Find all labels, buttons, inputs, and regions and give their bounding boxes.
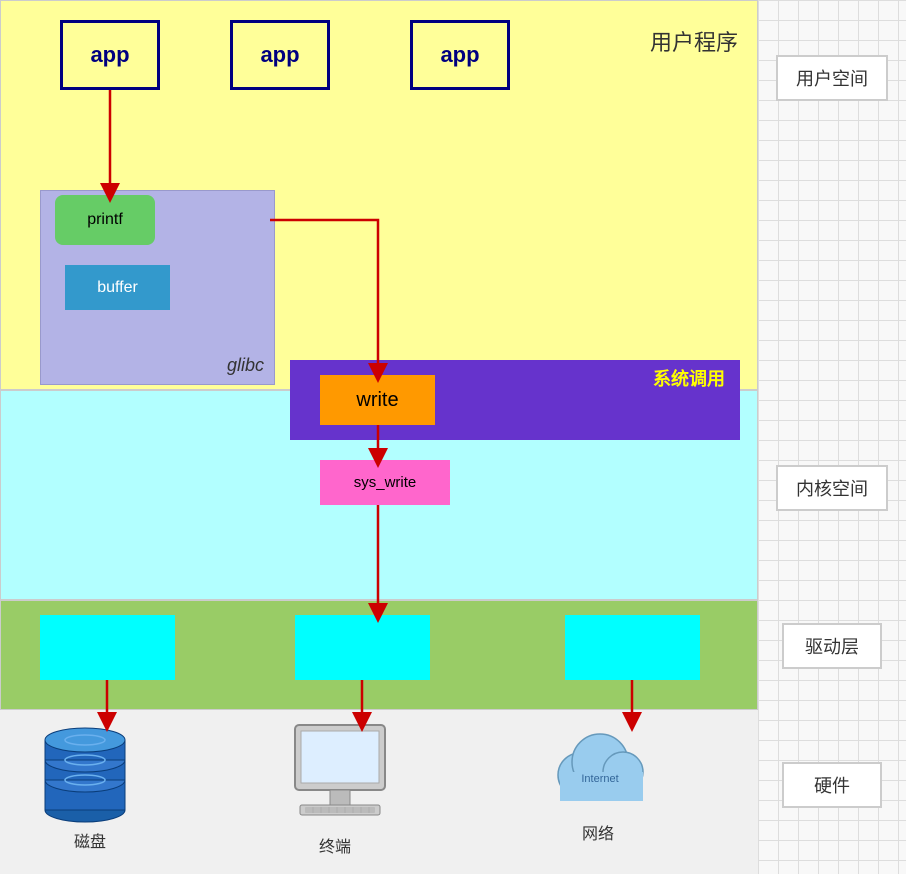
disk-label: 磁盘 bbox=[50, 828, 130, 852]
internet-icon: Internet bbox=[545, 720, 655, 810]
write-label: write bbox=[356, 389, 398, 412]
app-label-2: app bbox=[260, 42, 299, 68]
app-label-1: app bbox=[90, 42, 129, 68]
app-box-1: app bbox=[60, 20, 160, 90]
write-box: write bbox=[320, 375, 435, 425]
app-label-3: app bbox=[440, 42, 479, 68]
network-label: 网络 bbox=[558, 820, 638, 844]
driver-box-3 bbox=[565, 615, 700, 680]
disk-icon bbox=[30, 725, 140, 825]
svg-text:Internet: Internet bbox=[581, 773, 618, 785]
driver-box-1 bbox=[40, 615, 175, 680]
hardware-right-label: 硬件 bbox=[782, 762, 882, 808]
buffer-box: buffer bbox=[65, 265, 170, 310]
glibc-label: glibc bbox=[227, 355, 264, 376]
sys-write-label: sys_write bbox=[354, 474, 417, 491]
user-prog-label: 用户程序 bbox=[650, 25, 738, 57]
driver-right-label: 驱动层 bbox=[782, 623, 882, 669]
diagram-area: glibc 系统调用 app app app 用户程序 printf buffe… bbox=[0, 0, 758, 874]
terminal-icon bbox=[285, 720, 395, 830]
kernel-space-right-label: 内核空间 bbox=[776, 465, 888, 511]
app-box-2: app bbox=[230, 20, 330, 90]
terminal-label: 终端 bbox=[295, 833, 375, 857]
app-box-3: app bbox=[410, 20, 510, 90]
syscall-label: 系统调用 bbox=[653, 365, 725, 391]
printf-box: printf bbox=[55, 195, 155, 245]
main-container: glibc 系统调用 app app app 用户程序 printf buffe… bbox=[0, 0, 906, 874]
labels-panel: 用户空间 内核空间 驱动层 硬件 bbox=[758, 0, 906, 874]
sys-write-box: sys_write bbox=[320, 460, 450, 505]
printf-label: printf bbox=[87, 211, 123, 229]
user-space-right-label: 用户空间 bbox=[776, 55, 888, 101]
buffer-label: buffer bbox=[97, 279, 138, 297]
driver-box-2 bbox=[295, 615, 430, 680]
